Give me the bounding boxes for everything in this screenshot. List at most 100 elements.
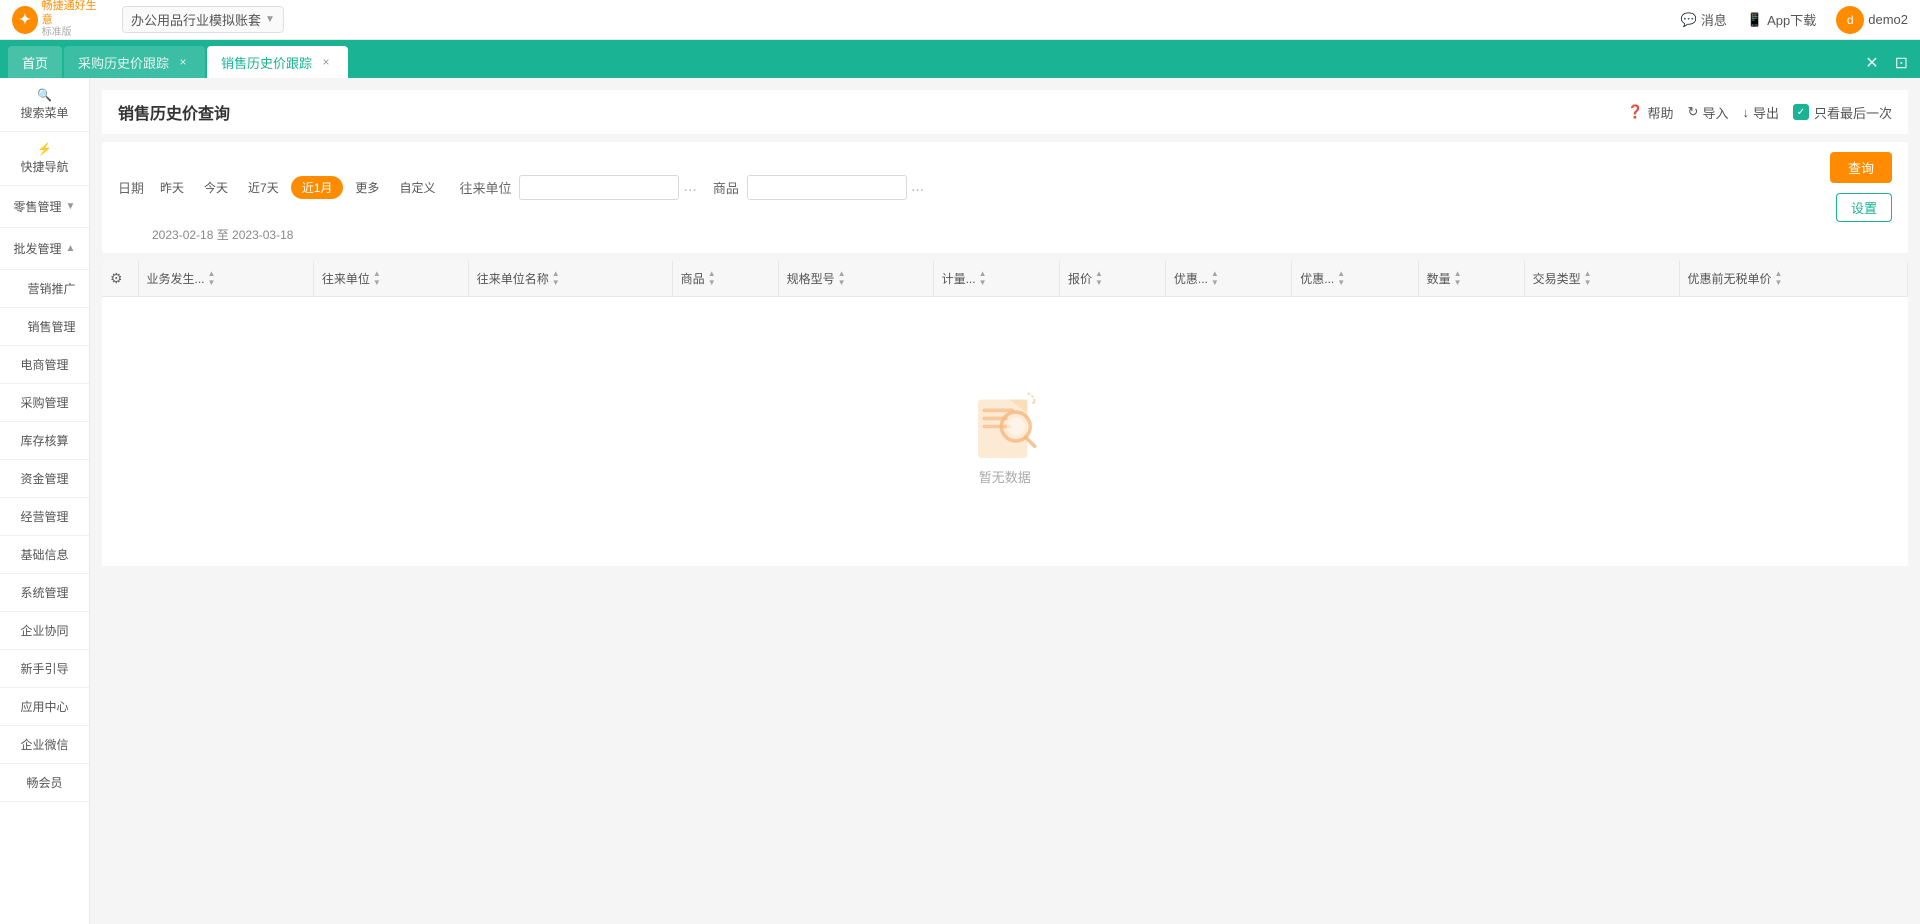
th-trade-type[interactable]: 交易类型 ▲ ▼ xyxy=(1524,261,1679,297)
sidebar-item-purchase-mgmt[interactable]: 采购管理 xyxy=(0,384,89,422)
goods-label: 商品 xyxy=(713,178,739,197)
chevron-down-icon: ▼ xyxy=(66,201,76,212)
message-button[interactable]: 💬 消息 xyxy=(1681,10,1727,29)
sort-arrows: ▲ ▼ xyxy=(838,270,846,287)
date-btn-today[interactable]: 今天 xyxy=(196,176,236,199)
sidebar-item-ecommerce-mgmt[interactable]: 电商管理 xyxy=(0,346,89,384)
search-icon: 🔍 xyxy=(37,88,52,102)
sort-arrows: ▲ ▼ xyxy=(1584,270,1592,287)
empty-illustration xyxy=(960,377,1050,467)
table-container: ⚙ 业务发生... ▲ ▼ xyxy=(102,261,1908,566)
sidebar-item-system-mgmt[interactable]: 系统管理 xyxy=(0,574,89,612)
sidebar-item-enterprise-collab[interactable]: 企业协同 xyxy=(0,612,89,650)
chevron-up-icon: ▲ xyxy=(66,243,76,254)
page-title-bar: 销售历史价查询 ❓ 帮助 ↻ 导入 ↓ 导出 ✓ 只看最后一次 xyxy=(102,90,1908,134)
sort-arrows: ▲ ▼ xyxy=(708,270,716,287)
th-biz-date[interactable]: 业务发生... ▲ ▼ xyxy=(138,261,313,297)
sort-arrows: ▲ ▼ xyxy=(1337,270,1345,287)
import-button[interactable]: ↻ 导入 xyxy=(1688,103,1729,122)
tab-bar: 首页 采购历史价跟踪 × 销售历史价跟踪 × ✕ ⊡ xyxy=(0,40,1920,78)
sidebar-item-enterprise-wechat[interactable]: 企业微信 xyxy=(0,726,89,764)
sidebar-item-inventory[interactable]: 库存核算 xyxy=(0,422,89,460)
page-title: 销售历史价查询 xyxy=(118,100,230,124)
sidebar-item-vip-member[interactable]: 畅会员 xyxy=(0,764,89,802)
date-range-text: 2023-02-18 至 2023-03-18 xyxy=(152,228,293,242)
date-label: 日期 xyxy=(118,178,144,197)
date-btn-1month[interactable]: 近1月 xyxy=(291,176,344,199)
th-quantity[interactable]: 数量 ▲ ▼ xyxy=(1418,261,1524,297)
th-partner-name[interactable]: 往来单位名称 ▲ ▼ xyxy=(468,261,672,297)
sidebar-item-operations-mgmt[interactable]: 经营管理 xyxy=(0,498,89,536)
th-partner-code[interactable]: 往来单位 ▲ ▼ xyxy=(313,261,468,297)
sidebar-item-app-center[interactable]: 应用中心 xyxy=(0,688,89,726)
logo-icon: ✦ xyxy=(12,6,38,34)
th-goods[interactable]: 商品 ▲ ▼ xyxy=(672,261,778,297)
tab-purchase-history[interactable]: 采购历史价跟踪 × xyxy=(64,46,205,78)
th-discount1[interactable]: 优惠... ▲ ▼ xyxy=(1165,261,1291,297)
top-header: ✦ 畅捷通好生意 标准版 办公用品行业模拟账套 ▼ 💬 消息 📱 App下载 d… xyxy=(0,0,1920,40)
app-download-button[interactable]: 📱 App下载 xyxy=(1747,10,1816,29)
date-btn-custom[interactable]: 自定义 xyxy=(391,176,443,199)
empty-text: 暂无数据 xyxy=(979,467,1031,486)
tab-close-purchase[interactable]: × xyxy=(175,54,191,70)
table-body: 暂无数据 xyxy=(102,297,1908,567)
date-shortcuts: 昨天 今天 近7天 近1月 更多 自定义 xyxy=(152,176,443,199)
expand-button[interactable]: ⊡ xyxy=(1891,51,1912,75)
date-btn-yesterday[interactable]: 昨天 xyxy=(152,176,192,199)
query-button[interactable]: 查询 xyxy=(1830,152,1892,183)
empty-state-cell: 暂无数据 xyxy=(102,297,1908,567)
partner-label: 往来单位 xyxy=(459,178,511,197)
sidebar-item-wholesale-mgmt[interactable]: 批发管理 ▲ xyxy=(0,228,89,270)
th-pre-tax-price[interactable]: 优惠前无税单价 ▲ ▼ xyxy=(1679,261,1907,297)
partner-input[interactable] xyxy=(519,175,679,200)
table-head: ⚙ 业务发生... ▲ ▼ xyxy=(102,261,1908,297)
header-right: 💬 消息 📱 App下载 d demo2 xyxy=(1681,6,1908,34)
sidebar-item-quick-nav[interactable]: ⚡ 快捷导航 xyxy=(0,132,89,186)
date-filter-group: 日期 昨天 今天 近7天 近1月 更多 自定义 xyxy=(118,176,443,199)
goods-filter-group: 商品 ... xyxy=(713,175,924,200)
th-discount2[interactable]: 优惠... ▲ ▼ xyxy=(1292,261,1418,297)
date-range-display: 2023-02-18 至 2023-03-18 xyxy=(118,226,1892,243)
sidebar-item-retail-mgmt[interactable]: 零售管理 ▼ xyxy=(0,186,89,228)
partner-filter-group: 往来单位 ... xyxy=(459,175,696,200)
sidebar: 🔍 搜索菜单 ⚡ 快捷导航 零售管理 ▼ 批发管理 ▲ 营销推广 销售管理 电商… xyxy=(0,78,90,924)
settings-button[interactable]: 设置 xyxy=(1836,193,1892,222)
import-icon: ↻ xyxy=(1688,104,1699,120)
only-latest-checkbox[interactable]: ✓ 只看最后一次 xyxy=(1793,103,1892,122)
tab-home[interactable]: 首页 xyxy=(8,46,62,78)
main-layout: 🔍 搜索菜单 ⚡ 快捷导航 零售管理 ▼ 批发管理 ▲ 营销推广 销售管理 电商… xyxy=(0,78,1920,924)
partner-dots-button[interactable]: ... xyxy=(683,179,696,195)
sidebar-item-basic-info[interactable]: 基础信息 xyxy=(0,536,89,574)
th-spec[interactable]: 规格型号 ▲ ▼ xyxy=(778,261,933,297)
export-button[interactable]: ↓ 导出 xyxy=(1742,103,1779,122)
tab-close-sales[interactable]: × xyxy=(318,54,334,70)
sidebar-item-new-guide[interactable]: 新手引导 xyxy=(0,650,89,688)
content-area: 销售历史价查询 ❓ 帮助 ↻ 导入 ↓ 导出 ✓ 只看最后一次 xyxy=(90,78,1920,924)
th-quote[interactable]: 报价 ▲ ▼ xyxy=(1059,261,1165,297)
phone-icon: 📱 xyxy=(1747,12,1763,28)
date-btn-more[interactable]: 更多 xyxy=(347,176,387,199)
checkbox-icon: ✓ xyxy=(1793,104,1809,120)
date-btn-7days[interactable]: 近7天 xyxy=(240,176,287,199)
sort-arrows: ▲ ▼ xyxy=(1095,270,1103,287)
goods-dots-button[interactable]: ... xyxy=(911,179,924,195)
avatar: d xyxy=(1836,6,1864,34)
help-button[interactable]: ❓ 帮助 xyxy=(1627,103,1673,122)
sidebar-item-marketing[interactable]: 营销推广 xyxy=(0,270,89,308)
sidebar-item-search-menu[interactable]: 🔍 搜索菜单 xyxy=(0,78,89,132)
sort-arrows: ▲ ▼ xyxy=(552,270,560,287)
logo-area: ✦ 畅捷通好生意 标准版 xyxy=(12,0,102,38)
sidebar-item-finance-mgmt[interactable]: 资金管理 xyxy=(0,460,89,498)
close-all-tabs-button[interactable]: ✕ xyxy=(1861,51,1882,75)
help-icon: ❓ xyxy=(1627,104,1643,120)
workspace-selector[interactable]: 办公用品行业模拟账套 ▼ xyxy=(122,6,284,33)
th-gear[interactable]: ⚙ xyxy=(102,261,138,297)
sidebar-item-sales-mgmt[interactable]: 销售管理 xyxy=(0,308,89,346)
gear-icon[interactable]: ⚙ xyxy=(110,270,123,286)
user-menu[interactable]: d demo2 xyxy=(1836,6,1908,34)
goods-input[interactable] xyxy=(747,175,907,200)
tab-sales-history[interactable]: 销售历史价跟踪 × xyxy=(207,46,348,78)
sort-arrows: ▲ ▼ xyxy=(1211,270,1219,287)
th-unit[interactable]: 计量... ▲ ▼ xyxy=(933,261,1059,297)
filter-right-col: 查询 设置 xyxy=(1830,152,1892,222)
